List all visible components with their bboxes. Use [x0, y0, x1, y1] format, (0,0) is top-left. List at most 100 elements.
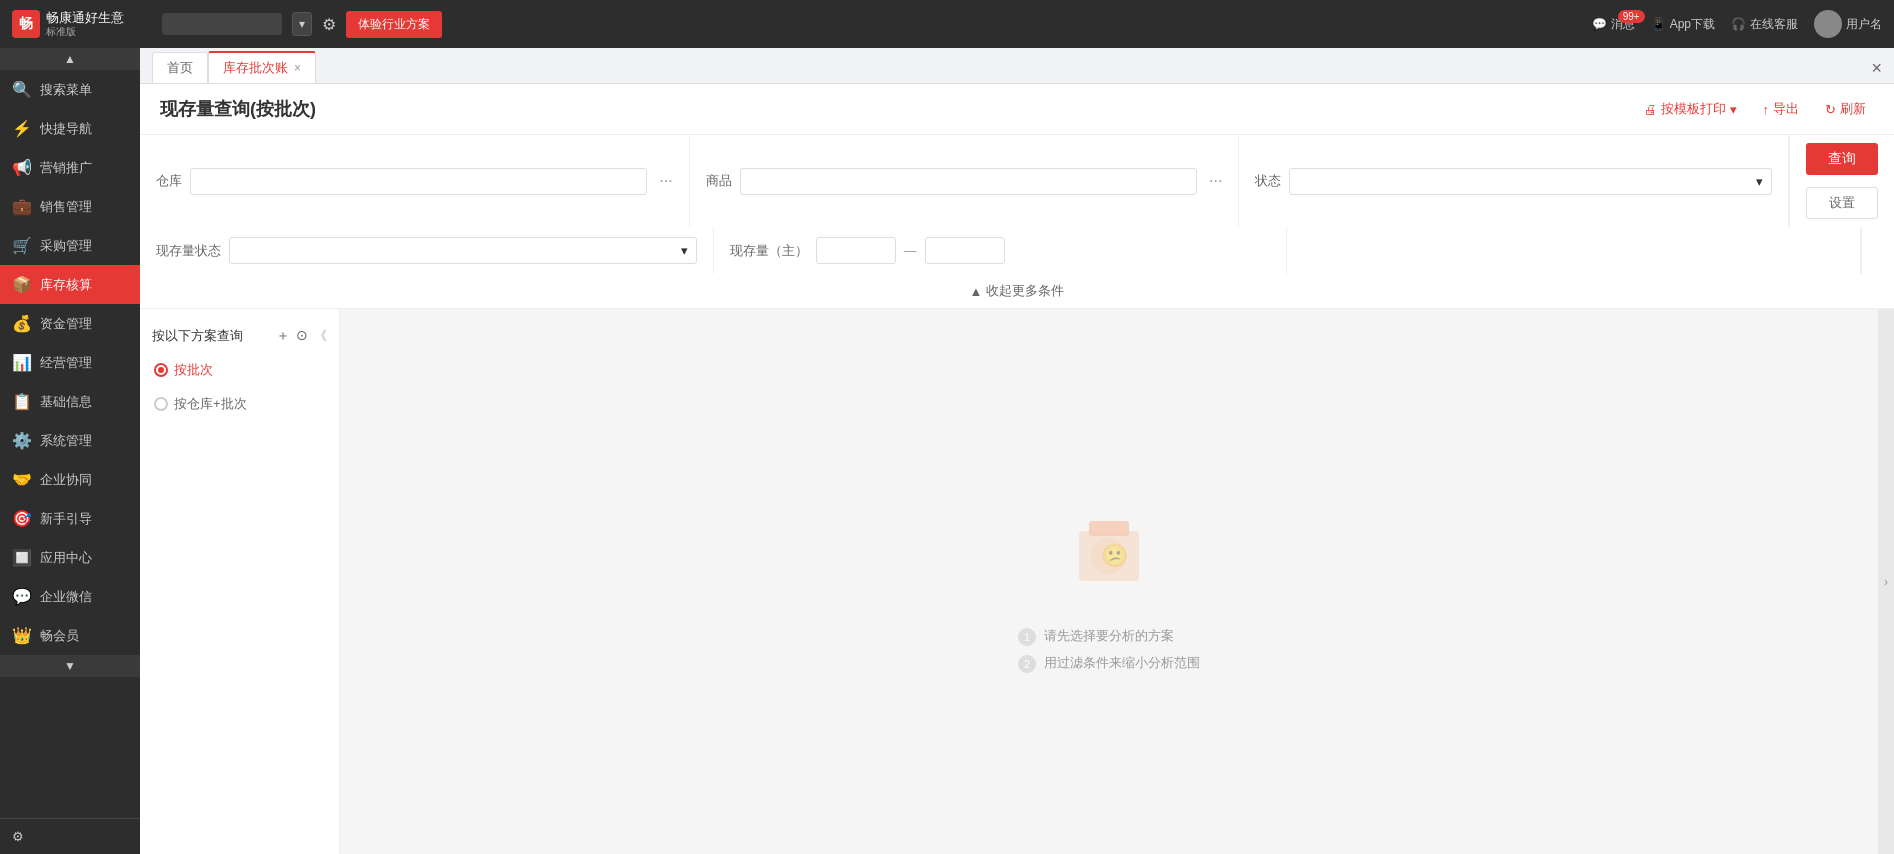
stock-status-select[interactable]: ▾ [229, 237, 697, 264]
sidebar-item-sales[interactable]: 💼 销售管理 [0, 187, 140, 226]
user-avatar-btn[interactable]: 用户名 [1814, 10, 1882, 38]
filter-goods-col: 商品 ··· [690, 135, 1240, 227]
filter-secondary-row: 现存量状态 ▾ 现存量（主） — [140, 227, 1894, 274]
sidebar-item-appcenter-label: 应用中心 [40, 549, 92, 567]
sidebar-item-basic[interactable]: 📋 基础信息 [0, 382, 140, 421]
message-icon: 💬 [1592, 17, 1607, 31]
warehouse-dots-btn[interactable]: ··· [659, 172, 672, 190]
collapse-label: 收起更多条件 [986, 282, 1064, 300]
sidebar-item-newbie[interactable]: 🎯 新手引导 [0, 499, 140, 538]
sidebar-item-search[interactable]: 🔍 搜索菜单 [0, 70, 140, 109]
stock-qty-to-input[interactable] [925, 237, 1005, 264]
filter-main-row: 仓库 ··· 商品 ··· 状态 ▾ [140, 135, 1894, 227]
sidebar: ▲ 🔍 搜索菜单 ⚡ 快捷导航 📢 营销推广 💼 销售管理 🛒 采购管理 📦 库… [0, 48, 140, 854]
tab-inventory-batch-label: 库存批次账 [223, 59, 288, 77]
goods-input[interactable] [740, 168, 1197, 195]
sidebar-item-weixin[interactable]: 💬 企业微信 [0, 577, 140, 616]
app-download-btn[interactable]: 📱 App下载 [1651, 16, 1715, 33]
tab-home-label: 首页 [167, 59, 193, 77]
left-panel-item-warehouse-batch[interactable]: 按仓库+批次 [140, 387, 339, 421]
sidebar-item-basic-label: 基础信息 [40, 393, 92, 411]
stock-qty-from-input[interactable] [816, 237, 896, 264]
stock-status-chevron-icon: ▾ [681, 243, 688, 258]
topbar-search-input[interactable] [162, 13, 282, 35]
topbar: 畅 畅康通好生意 标准版 ▾ ⚙ 体验行业方案 💬 消息 99+ 📱 App下载… [0, 0, 1894, 48]
goods-dots-btn[interactable]: ··· [1209, 172, 1222, 190]
filter-empty-col [1287, 227, 1861, 274]
logo-text: 畅康通好生意 标准版 [46, 10, 124, 38]
user-avatar [1814, 10, 1842, 38]
sidebar-scroll-down[interactable]: ▼ [0, 655, 140, 677]
crown-icon: 👑 [12, 626, 32, 645]
sidebar-item-inventory[interactable]: 📦 库存核算 [0, 265, 140, 304]
warehouse-input[interactable] [190, 168, 647, 195]
sidebar-item-marketing-label: 营销推广 [40, 159, 92, 177]
left-panel-collapse-icon[interactable]: 《 [314, 327, 327, 345]
sidebar-item-quicknav[interactable]: ⚡ 快捷导航 [0, 109, 140, 148]
app-subtitle: 标准版 [46, 26, 124, 38]
topbar-right-actions: 💬 消息 99+ 📱 App下载 🎧 在线客服 用户名 [1592, 10, 1882, 38]
stock-qty-label: 现存量（主） [730, 242, 808, 260]
refresh-icon: ↻ [1825, 102, 1836, 117]
batch-radio [154, 363, 168, 377]
app-download-icon: 📱 [1651, 17, 1666, 31]
left-panel-actions: ＋ ⊙ 《 [276, 327, 327, 345]
customer-service-btn[interactable]: 🎧 在线客服 [1731, 16, 1798, 33]
logo-icon: 畅 [12, 10, 40, 38]
export-btn[interactable]: ↑ 导出 [1755, 96, 1808, 122]
sidebar-item-purchase[interactable]: 🛒 采购管理 [0, 226, 140, 265]
content-area: 首页 库存批次账 × × 现存量查询(按批次) 🖨 按模板打印 ▾ ↑ 导出 [140, 48, 1894, 854]
sidebar-item-marketing[interactable]: 📢 营销推广 [0, 148, 140, 187]
filter-stock-status-col: 现存量状态 ▾ [140, 227, 714, 274]
refresh-btn[interactable]: ↻ 刷新 [1817, 96, 1874, 122]
sidebar-item-system-label: 系统管理 [40, 432, 92, 450]
filter-stock-qty-col: 现存量（主） — [714, 227, 1288, 274]
sidebar-item-member[interactable]: 👑 畅会员 [0, 616, 140, 655]
set-btn[interactable]: 设置 [1806, 187, 1878, 219]
sidebar-item-appcenter[interactable]: 🔲 应用中心 [0, 538, 140, 577]
empty-hint-2: 2 用过滤条件来缩小分析范围 [1018, 654, 1200, 673]
status-chevron-icon: ▾ [1756, 174, 1763, 189]
right-panel[interactable]: › [1878, 309, 1894, 854]
topbar-dropdown[interactable]: ▾ [292, 12, 312, 36]
page-header: 现存量查询(按批次) 🖨 按模板打印 ▾ ↑ 导出 ↻ 刷新 [140, 84, 1894, 135]
left-panel-settings-icon[interactable]: ⊙ [296, 327, 308, 345]
lightning-icon: ⚡ [12, 119, 32, 138]
print-dropdown-icon: ▾ [1730, 102, 1737, 117]
empty-hints: 1 请先选择要分析的方案 2 用过滤条件来缩小分析范围 [1018, 627, 1200, 673]
sidebar-item-operations[interactable]: 📊 经营管理 [0, 343, 140, 382]
sidebar-settings-btn[interactable]: ⚙ [0, 819, 140, 854]
print-btn[interactable]: 🖨 按模板打印 ▾ [1636, 96, 1745, 122]
right-panel-arrow-icon: › [1884, 575, 1888, 589]
collapse-up-icon: ▲ [970, 284, 983, 299]
sidebar-item-weixin-label: 企业微信 [40, 588, 92, 606]
svg-text:😕: 😕 [1101, 542, 1129, 569]
stock-status-label: 现存量状态 [156, 242, 221, 260]
tab-inventory-batch[interactable]: 库存批次账 × [208, 51, 316, 83]
filter-actions: 查询 设置 [1789, 135, 1894, 227]
sidebar-item-search-label: 搜索菜单 [40, 81, 92, 99]
messages-btn[interactable]: 💬 消息 99+ [1592, 16, 1635, 33]
filter-status-col: 状态 ▾ [1239, 135, 1789, 227]
query-btn[interactable]: 查询 [1806, 143, 1878, 175]
close-panel-btn[interactable]: × [1871, 58, 1882, 83]
left-panel-header: 按以下方案查询 ＋ ⊙ 《 [140, 319, 339, 353]
experience-button[interactable]: 体验行业方案 [346, 11, 442, 38]
warehouse-batch-label: 按仓库+批次 [174, 395, 247, 413]
sidebar-item-finance[interactable]: 💰 资金管理 [0, 304, 140, 343]
warehouse-batch-radio [154, 397, 168, 411]
hint-num-1: 1 [1018, 628, 1036, 646]
topbar-gear-icon[interactable]: ⚙ [322, 15, 336, 34]
collapse-btn[interactable]: ▲ 收起更多条件 [140, 274, 1894, 308]
tab-home[interactable]: 首页 [152, 52, 208, 83]
left-panel-add-icon[interactable]: ＋ [276, 327, 290, 345]
status-select[interactable]: ▾ [1289, 168, 1772, 195]
sidebar-item-collab-label: 企业协同 [40, 471, 92, 489]
sidebar-item-collab[interactable]: 🤝 企业协同 [0, 460, 140, 499]
sidebar-item-system[interactable]: ⚙️ 系统管理 [0, 421, 140, 460]
headphone-icon: 🎧 [1731, 17, 1746, 31]
sidebar-scroll-up[interactable]: ▲ [0, 48, 140, 70]
tab-close-icon[interactable]: × [294, 61, 301, 75]
app-download-label: App下载 [1670, 16, 1715, 33]
left-panel-item-batch[interactable]: 按批次 [140, 353, 339, 387]
